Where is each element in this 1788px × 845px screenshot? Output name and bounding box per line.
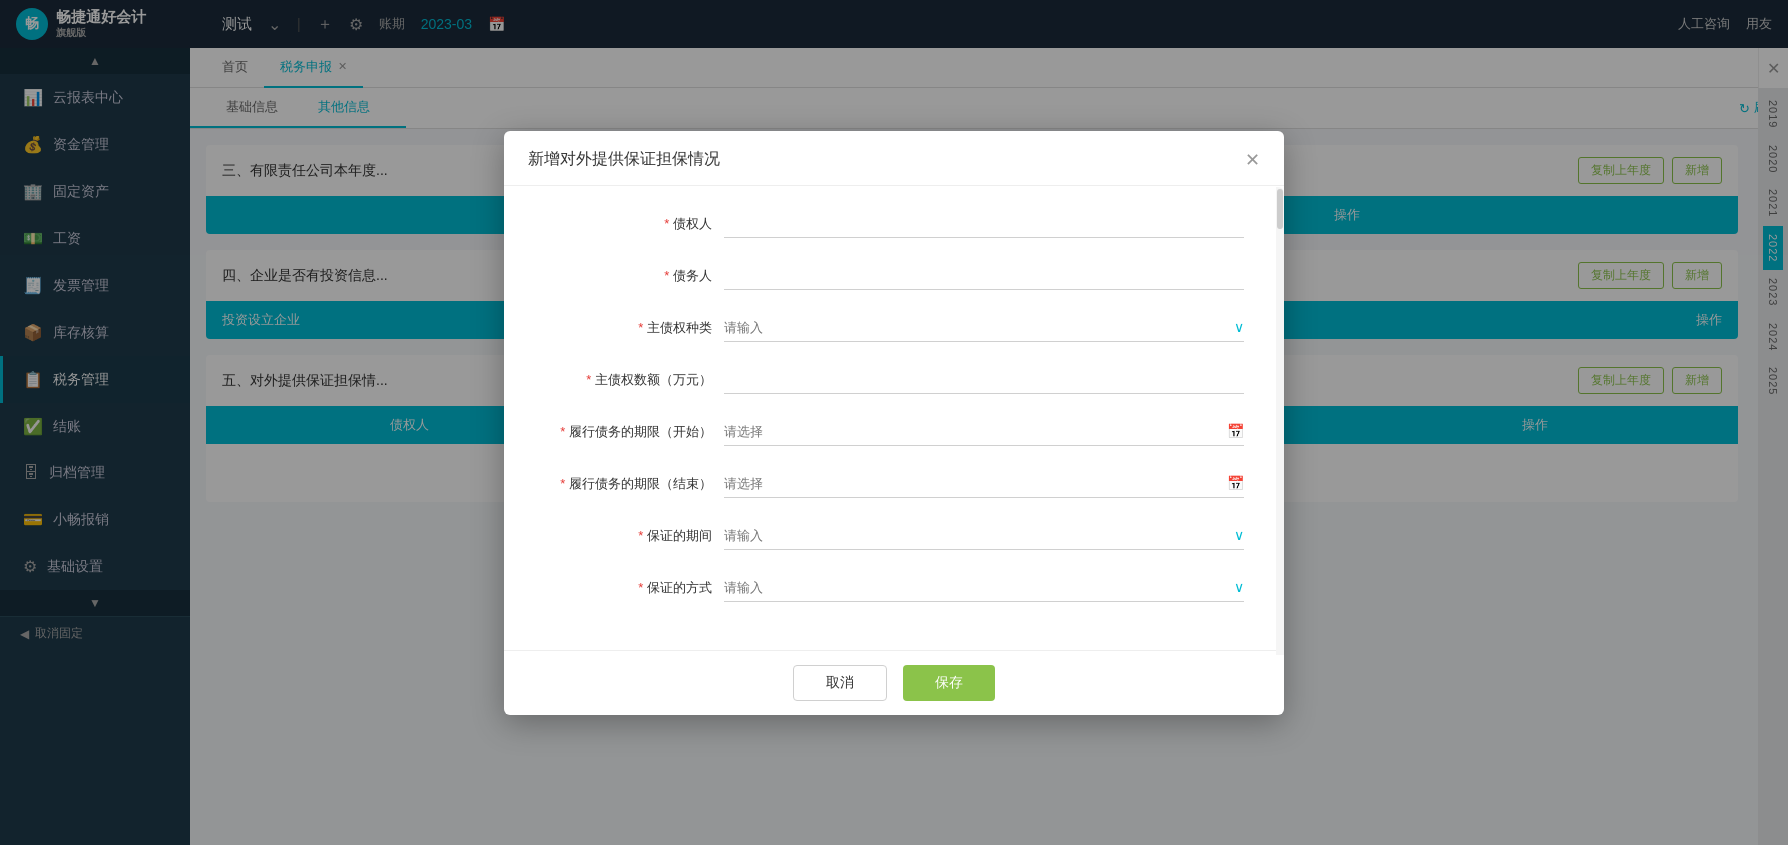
dialog: 新增对外提供保证担保情况 ✕ * 债权人 * 债务人 xyxy=(504,131,1284,715)
form-date-period-end[interactable]: 📅 xyxy=(724,470,1244,498)
form-row-guarantee-period: * 保证的期间 ∨ xyxy=(544,522,1244,550)
form-label-claim-amount: * 主债权数额（万元） xyxy=(544,371,724,389)
form-select-guarantee-period[interactable]: ∨ xyxy=(724,522,1244,550)
form-date-input-period-end[interactable] xyxy=(724,470,1244,497)
dialog-title: 新增对外提供保证担保情况 xyxy=(528,149,720,170)
form-label-period-start: * 履行债务的期限（开始） xyxy=(544,423,724,441)
dialog-footer: 取消 保存 xyxy=(504,650,1284,715)
form-label-debtor: * 债务人 xyxy=(544,267,724,285)
dialog-close-btn[interactable]: ✕ xyxy=(1245,149,1260,171)
form-select-input-claim-type[interactable] xyxy=(724,314,1244,341)
form-select-input-guarantee-period[interactable] xyxy=(724,522,1244,549)
claim-type-arrow-icon: ∨ xyxy=(1234,319,1244,335)
form-row-guarantee-method: * 保证的方式 ∨ xyxy=(544,574,1244,602)
form-date-period-start[interactable]: 📅 xyxy=(724,418,1244,446)
form-select-claim-type[interactable]: ∨ xyxy=(724,314,1244,342)
dialog-header: 新增对外提供保证担保情况 ✕ xyxy=(504,131,1284,186)
guarantee-method-arrow-icon: ∨ xyxy=(1234,579,1244,595)
cancel-button[interactable]: 取消 xyxy=(793,665,887,701)
form-select-guarantee-method[interactable]: ∨ xyxy=(724,574,1244,602)
form-row-period-end: * 履行债务的期限（结束） 📅 xyxy=(544,470,1244,498)
form-label-claim-type: * 主债权种类 xyxy=(544,319,724,337)
form-label-period-end: * 履行债务的期限（结束） xyxy=(544,475,724,493)
form-input-claim-amount[interactable] xyxy=(724,366,1244,394)
dialog-body: * 债权人 * 债务人 * 主债权种类 xyxy=(504,186,1284,650)
form-select-input-guarantee-method[interactable] xyxy=(724,574,1244,601)
dialog-scrollbar[interactable] xyxy=(1276,187,1284,655)
form-input-debtor[interactable] xyxy=(724,262,1244,290)
dialog-overlay: 新增对外提供保证担保情况 ✕ * 债权人 * 债务人 xyxy=(0,0,1788,845)
form-row-creditor: * 债权人 xyxy=(544,210,1244,238)
form-row-claim-type: * 主债权种类 ∨ xyxy=(544,314,1244,342)
form-label-guarantee-period: * 保证的期间 xyxy=(544,527,724,545)
form-date-input-period-start[interactable] xyxy=(724,418,1244,445)
dialog-scrollbar-thumb[interactable] xyxy=(1277,189,1283,229)
form-input-creditor[interactable] xyxy=(724,210,1244,238)
form-label-guarantee-method: * 保证的方式 xyxy=(544,579,724,597)
form-row-debtor: * 债务人 xyxy=(544,262,1244,290)
form-label-creditor: * 债权人 xyxy=(544,215,724,233)
calendar-end-icon: 📅 xyxy=(1227,475,1244,491)
save-button[interactable]: 保存 xyxy=(903,665,995,701)
guarantee-period-arrow-icon: ∨ xyxy=(1234,527,1244,543)
form-row-period-start: * 履行债务的期限（开始） 📅 xyxy=(544,418,1244,446)
calendar-start-icon: 📅 xyxy=(1227,423,1244,439)
form-row-claim-amount: * 主债权数额（万元） xyxy=(544,366,1244,394)
